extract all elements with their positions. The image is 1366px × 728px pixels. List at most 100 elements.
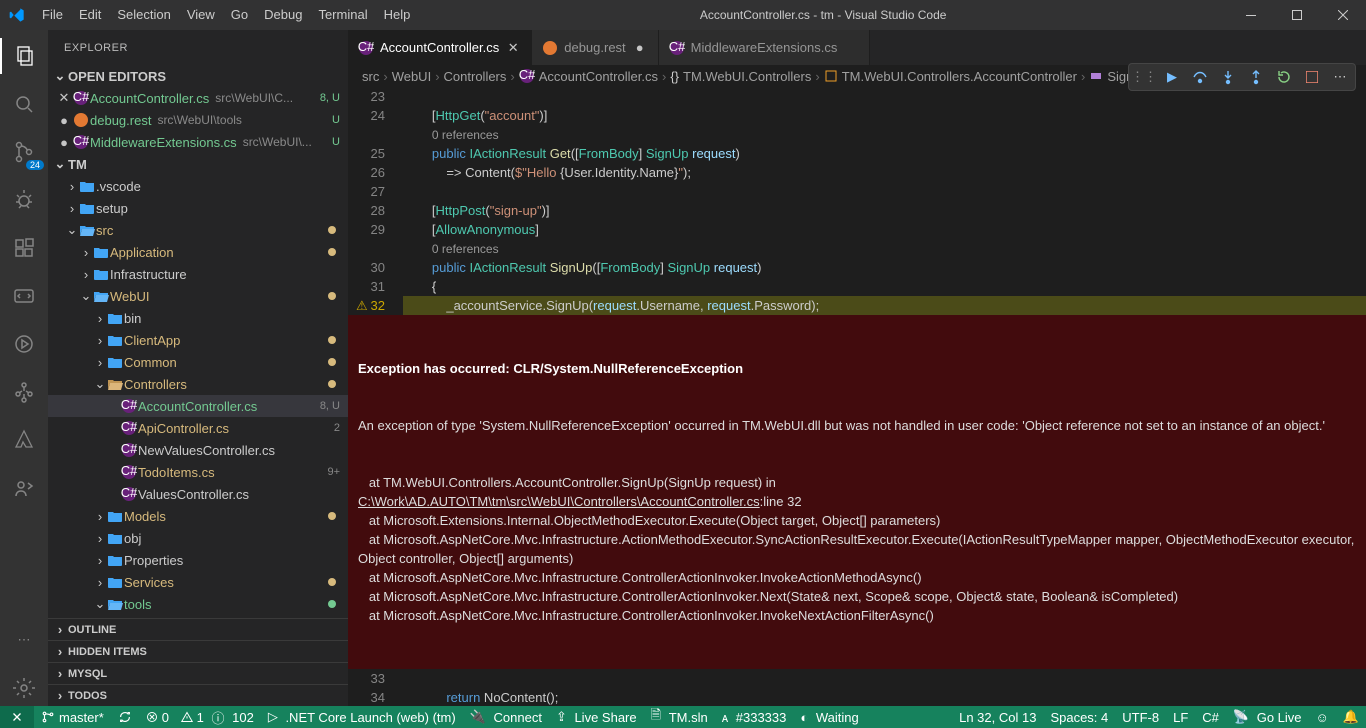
breadcrumb-item[interactable]: Controllers bbox=[444, 69, 507, 84]
maximize-button[interactable] bbox=[1274, 0, 1320, 30]
breadcrumb-item[interactable]: src bbox=[362, 69, 379, 84]
remote-icon[interactable] bbox=[0, 278, 48, 314]
section-mysql[interactable]: ›MYSQL bbox=[48, 662, 348, 684]
notifications-icon[interactable]: 🔔 bbox=[1336, 706, 1366, 728]
continue-icon[interactable]: ▶ bbox=[1161, 66, 1183, 88]
scm-icon[interactable]: 24 bbox=[0, 134, 48, 170]
stop-icon[interactable] bbox=[1301, 66, 1323, 88]
tree-item[interactable]: ›obj bbox=[48, 527, 348, 549]
git-sync[interactable] bbox=[111, 706, 139, 728]
debug-connect[interactable]: 🔌 Connect bbox=[463, 706, 549, 728]
tree-item[interactable]: C#ApiController.cs2 bbox=[48, 417, 348, 439]
tree-item[interactable]: ›setup bbox=[48, 197, 348, 219]
test-icon[interactable] bbox=[0, 326, 48, 362]
extensions-icon[interactable] bbox=[0, 230, 48, 266]
tree-item[interactable]: ⌄src bbox=[48, 219, 348, 241]
tree-item[interactable]: ›bin bbox=[48, 307, 348, 329]
git-graph-icon[interactable] bbox=[0, 374, 48, 410]
step-out-icon[interactable] bbox=[1245, 66, 1267, 88]
section-outline[interactable]: ›OUTLINE bbox=[48, 618, 348, 640]
liveshare-icon[interactable] bbox=[0, 470, 48, 506]
breadcrumb-item[interactable]: WebUI bbox=[392, 69, 432, 84]
more-icon[interactable]: ⋯ bbox=[0, 622, 48, 658]
project-header[interactable]: ⌄TM bbox=[48, 153, 348, 175]
tree-item[interactable]: ›Models bbox=[48, 505, 348, 527]
close-icon[interactable]: ✕ bbox=[56, 90, 72, 106]
git-branch[interactable]: master* bbox=[34, 706, 111, 728]
tree-item[interactable]: ⌄Controllers bbox=[48, 373, 348, 395]
editor-tab[interactable]: C#MiddlewareExtensions.cs bbox=[659, 30, 871, 65]
file-icon bbox=[106, 311, 124, 325]
go-live[interactable]: 📡 Go Live bbox=[1226, 706, 1309, 728]
code-editor[interactable]: 23242526272829303132 [HttpGet("account")… bbox=[348, 87, 1366, 706]
breadcrumb-item[interactable]: TM.WebUI.Controllers bbox=[683, 69, 811, 84]
language-mode[interactable]: C# bbox=[1195, 706, 1226, 728]
settings-icon[interactable] bbox=[0, 670, 48, 706]
live-share[interactable]: ⇪ Live Share bbox=[549, 706, 644, 728]
minimize-button[interactable] bbox=[1228, 0, 1274, 30]
color-hex[interactable]: ᴀ #333333 bbox=[715, 706, 794, 728]
step-over-icon[interactable] bbox=[1189, 66, 1211, 88]
chevron-icon: › bbox=[80, 245, 92, 260]
file-icon bbox=[106, 597, 124, 611]
azure-icon[interactable] bbox=[0, 422, 48, 458]
remote-indicator-icon[interactable] bbox=[0, 706, 34, 728]
open-editor-item[interactable]: ●C#MiddlewareExtensions.cssrc\WebUI\...U bbox=[48, 131, 348, 153]
open-editor-item[interactable]: ●debug.restsrc\WebUI\toolsU bbox=[48, 109, 348, 131]
feedback-icon[interactable]: ☺ bbox=[1309, 706, 1336, 728]
step-into-icon[interactable] bbox=[1217, 66, 1239, 88]
tree-item[interactable]: ›Application bbox=[48, 241, 348, 263]
tree-item[interactable]: C#TodoItems.cs9+ bbox=[48, 461, 348, 483]
cursor-pos[interactable]: Ln 32, Col 13 bbox=[952, 706, 1043, 728]
menu-selection[interactable]: Selection bbox=[109, 0, 178, 30]
more-debug-icon[interactable]: ⋯ bbox=[1329, 66, 1351, 88]
menu-help[interactable]: Help bbox=[376, 0, 419, 30]
menu-file[interactable]: File bbox=[34, 0, 71, 30]
editor-tab[interactable]: debug.rest● bbox=[532, 30, 658, 65]
tree-item[interactable]: ›Infrastructure bbox=[48, 263, 348, 285]
drag-handle-icon[interactable]: ⋮⋮ bbox=[1133, 66, 1155, 88]
breadcrumb-item[interactable]: AccountController.cs bbox=[539, 69, 658, 84]
tree-item[interactable]: C#AccountController.cs8, U bbox=[48, 395, 348, 417]
restart-icon[interactable] bbox=[1273, 66, 1295, 88]
menu-terminal[interactable]: Terminal bbox=[310, 0, 375, 30]
problems[interactable]: 0 1 ⓘ 102 bbox=[139, 706, 261, 728]
tab-label: debug.rest bbox=[564, 40, 625, 55]
chevron-right-icon: › bbox=[52, 622, 68, 637]
status-dot-icon bbox=[328, 336, 336, 344]
explorer-icon[interactable] bbox=[0, 38, 48, 74]
tree-item[interactable]: ⌄tools bbox=[48, 593, 348, 615]
tree-item[interactable]: ›Common bbox=[48, 351, 348, 373]
open-editor-item[interactable]: ✕C#AccountController.cssrc\WebUI\C...8, … bbox=[48, 87, 348, 109]
debug-toolbar[interactable]: ⋮⋮ ▶ ⋯ bbox=[1128, 63, 1356, 91]
close-button[interactable] bbox=[1320, 0, 1366, 30]
debug-icon[interactable] bbox=[0, 182, 48, 218]
menu-go[interactable]: Go bbox=[223, 0, 256, 30]
section-hidden items[interactable]: ›HIDDEN ITEMS bbox=[48, 640, 348, 662]
tree-item[interactable]: ›Services bbox=[48, 571, 348, 593]
search-icon[interactable] bbox=[0, 86, 48, 122]
tree-item[interactable]: ›Properties bbox=[48, 549, 348, 571]
menu-edit[interactable]: Edit bbox=[71, 0, 109, 30]
tree-item[interactable]: C#NewValuesController.cs bbox=[48, 439, 348, 461]
tree-item[interactable]: ›.vscode bbox=[48, 175, 348, 197]
solution[interactable]: 🗎 TM.sln bbox=[644, 706, 715, 728]
encoding[interactable]: UTF-8 bbox=[1115, 706, 1166, 728]
waiting[interactable]: ◐ Waiting bbox=[793, 706, 865, 728]
chevron-icon: › bbox=[66, 201, 78, 216]
menu-debug[interactable]: Debug bbox=[256, 0, 310, 30]
tree-item[interactable]: ⌄WebUI bbox=[48, 285, 348, 307]
menu-view[interactable]: View bbox=[179, 0, 223, 30]
breadcrumb-item[interactable]: TM.WebUI.Controllers.AccountController bbox=[842, 69, 1077, 84]
tree-item[interactable]: debug.restU bbox=[48, 615, 348, 618]
tree-item[interactable]: ›ClientApp bbox=[48, 329, 348, 351]
editor-tab[interactable]: C#AccountController.cs✕ bbox=[348, 30, 532, 65]
eol[interactable]: LF bbox=[1166, 706, 1195, 728]
svg-text:C#: C# bbox=[73, 134, 89, 148]
tree-item[interactable]: C#ValuesController.cs bbox=[48, 483, 348, 505]
section-todos[interactable]: ›TODOS bbox=[48, 684, 348, 706]
debug-launch[interactable]: ▷ .NET Core Launch (web) (tm) bbox=[261, 706, 463, 728]
open-editors-header[interactable]: ⌄OPEN EDITORS bbox=[48, 65, 348, 87]
close-icon[interactable]: ✕ bbox=[505, 40, 521, 56]
spaces[interactable]: Spaces: 4 bbox=[1043, 706, 1115, 728]
